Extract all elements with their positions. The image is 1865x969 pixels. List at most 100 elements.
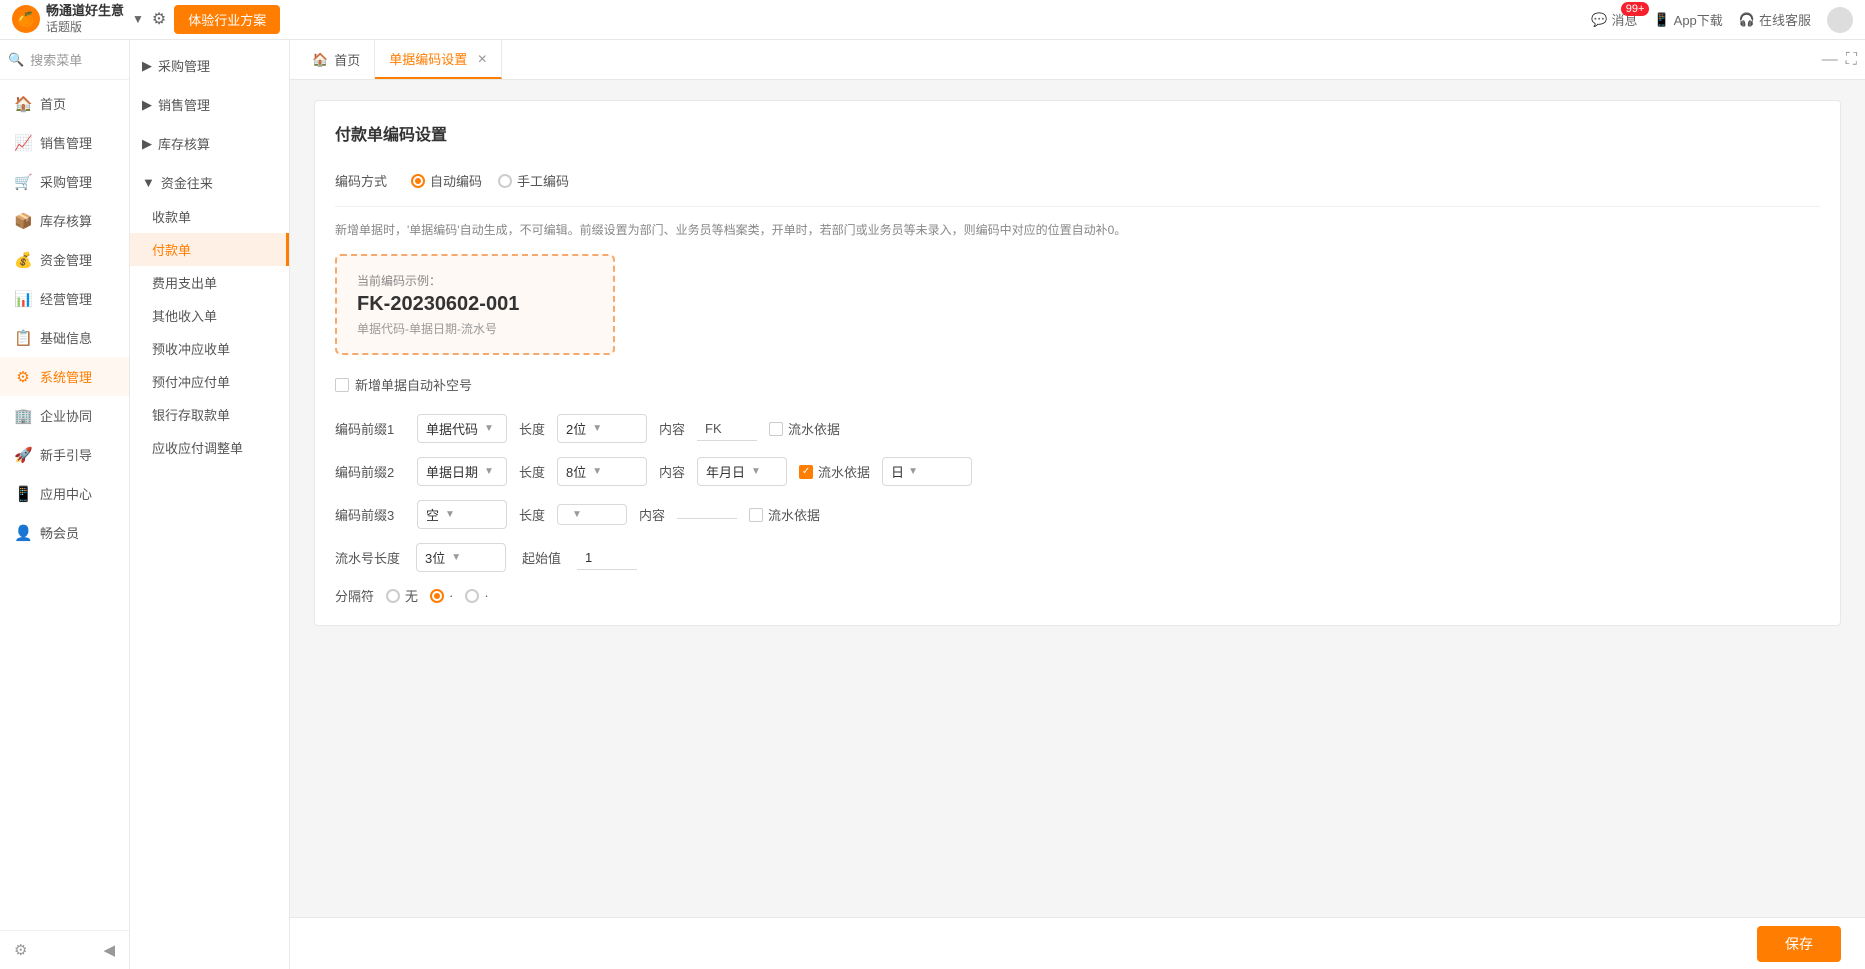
preview-desc: 单据代码-单据日期-流水号 <box>357 320 593 337</box>
sub-item-payment[interactable]: 付款单 <box>130 233 289 266</box>
footer-bar: 保存 <box>290 917 1865 969</box>
brand-icon: 🍊 <box>12 5 40 33</box>
message-button[interactable]: 💬 消息 99+ <box>1591 10 1637 29</box>
save-button[interactable]: 保存 <box>1757 926 1841 962</box>
sidebar-item-apps[interactable]: 📱 应用中心 <box>0 474 129 513</box>
flow2-checkbox-row[interactable]: ✓ 流水依据 <box>799 462 870 481</box>
footer-collapse-icon[interactable]: ◀ <box>103 941 115 959</box>
sidebar-item-operations[interactable]: 📊 经营管理 <box>0 279 129 318</box>
app-download-button[interactable]: 📱 App下载 <box>1653 10 1722 29</box>
tabs-bar-actions: — ⛶ <box>1822 51 1857 69</box>
member-icon: 👤 <box>14 524 32 542</box>
tab-close-icon[interactable]: ✕ <box>477 52 487 66</box>
length2-select[interactable]: 8位 ▼ <box>557 457 647 486</box>
sep-dash-radio-btn <box>465 589 479 603</box>
chevron-down-icon: ▼ <box>572 509 582 520</box>
config-row-1: 编码前缀1 单据代码 ▼ 长度 2位 ▼ 内容 FK 流水依据 <box>335 414 1820 443</box>
chevron-down-icon: ▼ <box>751 466 761 477</box>
chevron-down-icon: ▼ <box>451 552 461 563</box>
prefix2-select[interactable]: 单据日期 ▼ <box>417 457 507 486</box>
user-avatar[interactable] <box>1827 7 1853 33</box>
sidebar-item-sales[interactable]: 📈 销售管理 <box>0 123 129 162</box>
sidebar-item-system[interactable]: ⚙ 系统管理 <box>0 357 129 396</box>
encode-method-row: 编码方式 自动编码 手工编码 <box>335 161 1820 207</box>
flow1-checkbox[interactable] <box>769 422 783 436</box>
search-menu[interactable]: 🔍 搜索菜单 <box>0 40 129 80</box>
chevron-down-icon: ▼ <box>484 466 494 477</box>
sub-group-purchase-title[interactable]: ▶ 采购管理 <box>130 48 289 83</box>
settings-icon[interactable]: ⚙ <box>152 9 166 29</box>
content2-select[interactable]: 年月日 ▼ <box>697 457 787 486</box>
sub-item-other-income[interactable]: 其他收入单 <box>130 299 289 332</box>
auto-encode-radio[interactable]: 自动编码 <box>411 171 482 190</box>
length1-select[interactable]: 2位 ▼ <box>557 414 647 443</box>
minimize-icon[interactable]: — <box>1822 51 1838 69</box>
prefix1-select[interactable]: 单据代码 ▼ <box>417 414 507 443</box>
sub-group-inventory-title[interactable]: ▶ 库存核算 <box>130 126 289 161</box>
sidebar-item-home[interactable]: 🏠 首页 <box>0 84 129 123</box>
serial-length-select[interactable]: 3位 ▼ <box>416 543 506 572</box>
sub-item-expense[interactable]: 费用支出单 <box>130 266 289 299</box>
chevron-right-icon: ▶ <box>142 136 152 152</box>
footer-settings-icon[interactable]: ⚙ <box>14 941 27 959</box>
sub-item-receipt[interactable]: 收款单 <box>130 200 289 233</box>
brand-text: 畅通道好生意 话题版 <box>46 3 124 35</box>
config-row-2: 编码前缀2 单据日期 ▼ 长度 8位 ▼ 内容 年月日 ▼ <box>335 457 1820 486</box>
page-title: 付款单编码设置 <box>335 121 1820 145</box>
sub-group-capital-title[interactable]: ▼ 资金往来 <box>130 165 289 200</box>
sidebar-item-guide[interactable]: 🚀 新手引导 <box>0 435 129 474</box>
sidebar-item-basics[interactable]: 📋 基础信息 <box>0 318 129 357</box>
flow2-unit-select[interactable]: 日 ▼ <box>882 457 972 486</box>
sep-none-radio[interactable]: 无 <box>386 586 418 605</box>
preview-label: 当前编码示例： <box>357 272 593 289</box>
flow3-checkbox[interactable] <box>749 508 763 522</box>
length3-select[interactable]: ▼ <box>557 504 627 525</box>
sep-dash-radio[interactable]: · <box>465 588 488 603</box>
auto-fill-checkbox[interactable] <box>335 378 349 392</box>
sidebar-item-finance[interactable]: 💰 资金管理 <box>0 240 129 279</box>
sub-item-bank-deposit[interactable]: 银行存取款单 <box>130 398 289 431</box>
guide-icon: 🚀 <box>14 446 32 464</box>
tab-encoding-settings[interactable]: 单据编码设置 ✕ <box>375 40 502 79</box>
prefix3-select[interactable]: 空 ▼ <box>417 500 507 529</box>
content1-value: FK <box>697 417 757 441</box>
sub-group-inventory: ▶ 库存核算 <box>130 126 289 161</box>
sidebar-nav: 🏠 首页 📈 销售管理 🛒 采购管理 📦 库存核算 💰 资金管理 📊 经 <box>0 80 129 930</box>
flow1-checkbox-row[interactable]: 流水依据 <box>769 419 840 438</box>
manual-encode-radio[interactable]: 手工编码 <box>498 171 569 190</box>
maximize-icon[interactable]: ⛶ <box>1846 51 1857 69</box>
preview-box: 当前编码示例： FK-20230602-001 单据代码-单据日期-流水号 <box>335 254 615 355</box>
sep-dot-radio[interactable]: · <box>430 588 453 603</box>
basics-icon: 📋 <box>14 329 32 347</box>
sidebar-item-member[interactable]: 👤 畅会员 <box>0 513 129 552</box>
home-icon: 🏠 <box>14 95 32 113</box>
workspace-dropdown[interactable]: ▼ <box>132 12 144 26</box>
chevron-down-icon: ▼ <box>484 423 494 434</box>
search-icon: 🔍 <box>8 52 24 68</box>
trial-button[interactable]: 体验行业方案 <box>174 5 280 34</box>
sub-group-capital: ▼ 资金往来 收款单 付款单 费用支出单 其他收入单 预收冲应收单 预付冲应付单… <box>130 165 289 464</box>
sidebar-item-purchase[interactable]: 🛒 采购管理 <box>0 162 129 201</box>
flow3-checkbox-row[interactable]: 流水依据 <box>749 505 820 524</box>
chevron-right-icon: ▶ <box>142 58 152 74</box>
online-service-button[interactable]: 🎧 在线客服 <box>1739 10 1811 29</box>
sub-group-sales-title[interactable]: ▶ 销售管理 <box>130 87 289 122</box>
sales-icon: 📈 <box>14 134 32 152</box>
sub-item-ap-ar-adjust[interactable]: 应收应付调整单 <box>130 431 289 464</box>
top-bar: 🍊 畅通道好生意 话题版 ▼ ⚙ 体验行业方案 💬 消息 99+ 📱 App下载… <box>0 0 1865 40</box>
content3-value <box>677 510 737 519</box>
top-bar-left: 🍊 畅通道好生意 话题版 ▼ ⚙ 体验行业方案 <box>12 3 280 35</box>
tab-home[interactable]: 🏠 首页 <box>298 40 375 79</box>
sub-group-sales: ▶ 销售管理 <box>130 87 289 122</box>
chevron-down-icon: ▼ <box>592 423 602 434</box>
enterprise-icon: 🏢 <box>14 407 32 425</box>
sidebar-item-inventory[interactable]: 📦 库存核算 <box>0 201 129 240</box>
flow2-checkbox[interactable]: ✓ <box>799 465 813 479</box>
sub-item-prepay-payable[interactable]: 预付冲应付单 <box>130 365 289 398</box>
sidebar-item-enterprise[interactable]: 🏢 企业协同 <box>0 396 129 435</box>
preview-code: FK-20230602-001 <box>357 293 593 316</box>
brand: 🍊 畅通道好生意 话题版 <box>12 3 124 35</box>
sep-none-radio-btn <box>386 589 400 603</box>
config-row-3: 编码前缀3 空 ▼ 长度 ▼ 内容 流水依据 <box>335 500 1820 529</box>
sub-item-prepay-receivable[interactable]: 预收冲应收单 <box>130 332 289 365</box>
